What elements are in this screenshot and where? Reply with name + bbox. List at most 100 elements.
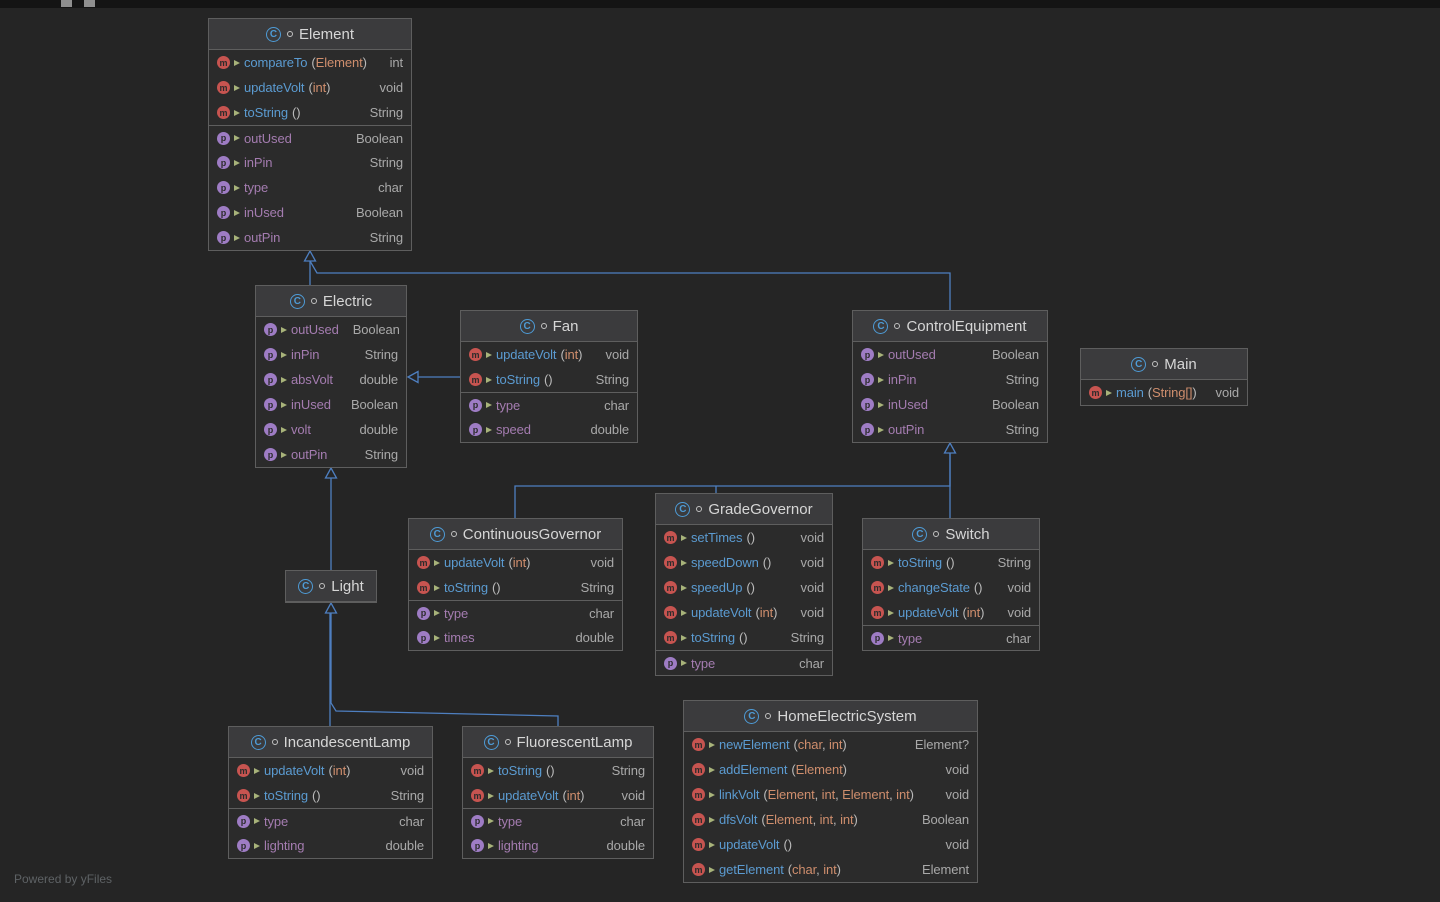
property-row[interactable]: p inPin String <box>209 150 411 175</box>
class-header[interactable]: C Main <box>1081 349 1247 380</box>
method-row[interactable]: m toString() String <box>229 783 432 808</box>
member-name: updateVolt <box>244 80 305 95</box>
property-row[interactable]: p lighting double <box>229 833 432 858</box>
method-row[interactable]: m toString() String <box>463 758 653 783</box>
method-row[interactable]: m main (String[]) void <box>1081 380 1247 405</box>
class-header[interactable]: C Electric <box>256 286 406 317</box>
powered-by-yfiles-link[interactable]: Powered by yFiles <box>14 872 112 886</box>
method-row[interactable]: m toString() String <box>209 100 411 125</box>
property-row[interactable]: p outPin String <box>256 442 406 467</box>
member-name: type <box>691 655 716 671</box>
property-row[interactable]: p outUsed Boolean <box>256 317 406 342</box>
class-header[interactable]: C Light <box>286 571 376 602</box>
punctuation: ) <box>950 555 955 570</box>
member-name: toString <box>264 788 309 803</box>
class-header[interactable]: C Switch <box>863 519 1039 550</box>
member-name: compareTo <box>244 55 308 70</box>
class-box-ContinuousGovernor[interactable]: C ContinuousGovernor m updateVolt (int) void m… <box>408 518 623 651</box>
method-row[interactable]: m updateVolt (int) void <box>461 342 637 367</box>
class-box-Fan[interactable]: C Fan m updateVolt (int) void m toString() Strin… <box>460 310 638 443</box>
class-box-Main[interactable]: C Main m main (String[]) void <box>1080 348 1248 406</box>
property-row[interactable]: p absVolt double <box>256 367 406 392</box>
method-row[interactable]: m toString() String <box>656 625 832 650</box>
property-row[interactable]: p volt double <box>256 417 406 442</box>
method-row[interactable]: m updateVolt (int) void <box>229 758 432 783</box>
method-row[interactable]: m updateVolt() void <box>684 832 977 857</box>
method-row[interactable]: m toString() String <box>409 575 622 600</box>
member-type: char <box>378 180 403 195</box>
visibility-icon <box>488 842 494 849</box>
method-icon: m <box>217 81 230 94</box>
method-row[interactable]: m toString() String <box>461 367 637 392</box>
class-header[interactable]: C IncandescentLamp <box>229 727 432 758</box>
class-box-Switch[interactable]: C Switch m toString() String m changeState() vo… <box>862 518 1040 651</box>
property-row[interactable]: p outUsed Boolean <box>853 342 1047 367</box>
method-row[interactable]: m linkVolt (Element, int, Element, int) voi… <box>684 782 977 807</box>
property-row[interactable]: p outPin String <box>853 417 1047 442</box>
property-row[interactable]: p type char <box>461 392 637 417</box>
method-row[interactable]: m changeState () void <box>863 575 1039 600</box>
method-row[interactable]: m compareTo (Element) int <box>209 50 411 75</box>
class-box-FluorescentLamp[interactable]: C FluorescentLamp m toString() String m update… <box>462 726 654 859</box>
method-row[interactable]: m addElement (Element) void <box>684 757 977 782</box>
class-header[interactable]: C ContinuousGovernor <box>409 519 622 550</box>
toolbar-button-fragment[interactable] <box>84 0 95 7</box>
class-header[interactable]: C Element <box>209 19 411 50</box>
property-row[interactable]: p type char <box>229 808 432 833</box>
uml-diagram-canvas[interactable]: C Element m compareTo (Element) int m updateVol… <box>0 0 1440 902</box>
property-row[interactable]: p inUsed Boolean <box>256 392 406 417</box>
method-row[interactable]: m dfsVolt (Element, int, int) Boolean <box>684 807 977 832</box>
method-icon: m <box>417 581 430 594</box>
method-row[interactable]: m updateVolt (int) void <box>463 783 653 808</box>
method-row[interactable]: m updateVolt (int) void <box>209 75 411 100</box>
method-signature: () <box>546 763 555 778</box>
class-box-Electric[interactable]: C Electric p outUsed Boolean p inPin String p abs… <box>255 285 407 468</box>
property-row[interactable]: p speed double <box>461 417 637 442</box>
punctuation: ) <box>496 580 501 595</box>
class-box-Element[interactable]: C Element m compareTo (Element) int m updateVol… <box>208 18 412 251</box>
method-row[interactable]: m speedDown () void <box>656 550 832 575</box>
property-row[interactable]: p type char <box>209 175 411 200</box>
class-header[interactable]: C ControlEquipment <box>853 311 1047 342</box>
property-row[interactable]: p type char <box>463 808 653 833</box>
property-row[interactable]: p times double <box>409 625 622 650</box>
class-box-Light[interactable]: C Light <box>285 570 377 603</box>
method-row[interactable]: m speedUp() void <box>656 575 832 600</box>
member-type: void <box>1215 385 1240 400</box>
property-row[interactable]: p outUsed Boolean <box>209 125 411 150</box>
method-row[interactable]: m newElement (char, int) Element? <box>684 732 977 757</box>
property-row[interactable]: p type char <box>656 650 832 675</box>
member-name: toString <box>244 105 289 120</box>
class-box-ControlEquipment[interactable]: C ControlEquipment p outUsed Boolean p inPin St… <box>852 310 1048 443</box>
property-row[interactable]: p outPin String <box>209 225 411 250</box>
class-header[interactable]: C GradeGovernor <box>656 494 832 525</box>
property-row[interactable]: p type char <box>409 600 622 625</box>
method-row[interactable]: m getElement (char, int) Element <box>684 857 977 882</box>
property-row[interactable]: p inPin String <box>853 367 1047 392</box>
method-signature: (int) <box>962 605 984 620</box>
class-header[interactable]: C FluorescentLamp <box>463 727 653 758</box>
property-row[interactable]: p inUsed Boolean <box>209 200 411 225</box>
toolbar-button-fragment[interactable] <box>61 0 72 7</box>
class-box-HomeElectricSystem[interactable]: C HomeElectricSystem m newElement (char, int… <box>683 700 978 883</box>
member-name: outUsed <box>888 347 936 362</box>
method-row[interactable]: m updateVolt (int) void <box>863 600 1039 625</box>
property-row[interactable]: p inUsed Boolean <box>853 392 1047 417</box>
property-row[interactable]: p lighting double <box>463 833 653 858</box>
visibility-icon <box>254 767 260 774</box>
method-row[interactable]: m toString() String <box>863 550 1039 575</box>
class-header[interactable]: C Fan <box>461 311 637 342</box>
class-box-GradeGovernor[interactable]: C GradeGovernor m setTimes() void m speedDown(… <box>655 493 833 676</box>
class-name: Switch <box>945 525 990 543</box>
punctuation: ) <box>526 555 531 570</box>
visibility-icon <box>434 634 440 641</box>
method-row[interactable]: m updateVolt (int) void <box>656 600 832 625</box>
property-row[interactable]: p type char <box>863 625 1039 650</box>
class-box-IncandescentLamp[interactable]: C IncandescentLamp m updateVolt (int) void m to… <box>228 726 433 859</box>
property-row[interactable]: p inPin String <box>256 342 406 367</box>
method-row[interactable]: m setTimes() void <box>656 525 832 550</box>
member-name: inUsed <box>291 397 331 412</box>
method-row[interactable]: m updateVolt (int) void <box>409 550 622 575</box>
class-icon: C <box>298 578 314 594</box>
class-header[interactable]: C HomeElectricSystem <box>684 701 977 732</box>
